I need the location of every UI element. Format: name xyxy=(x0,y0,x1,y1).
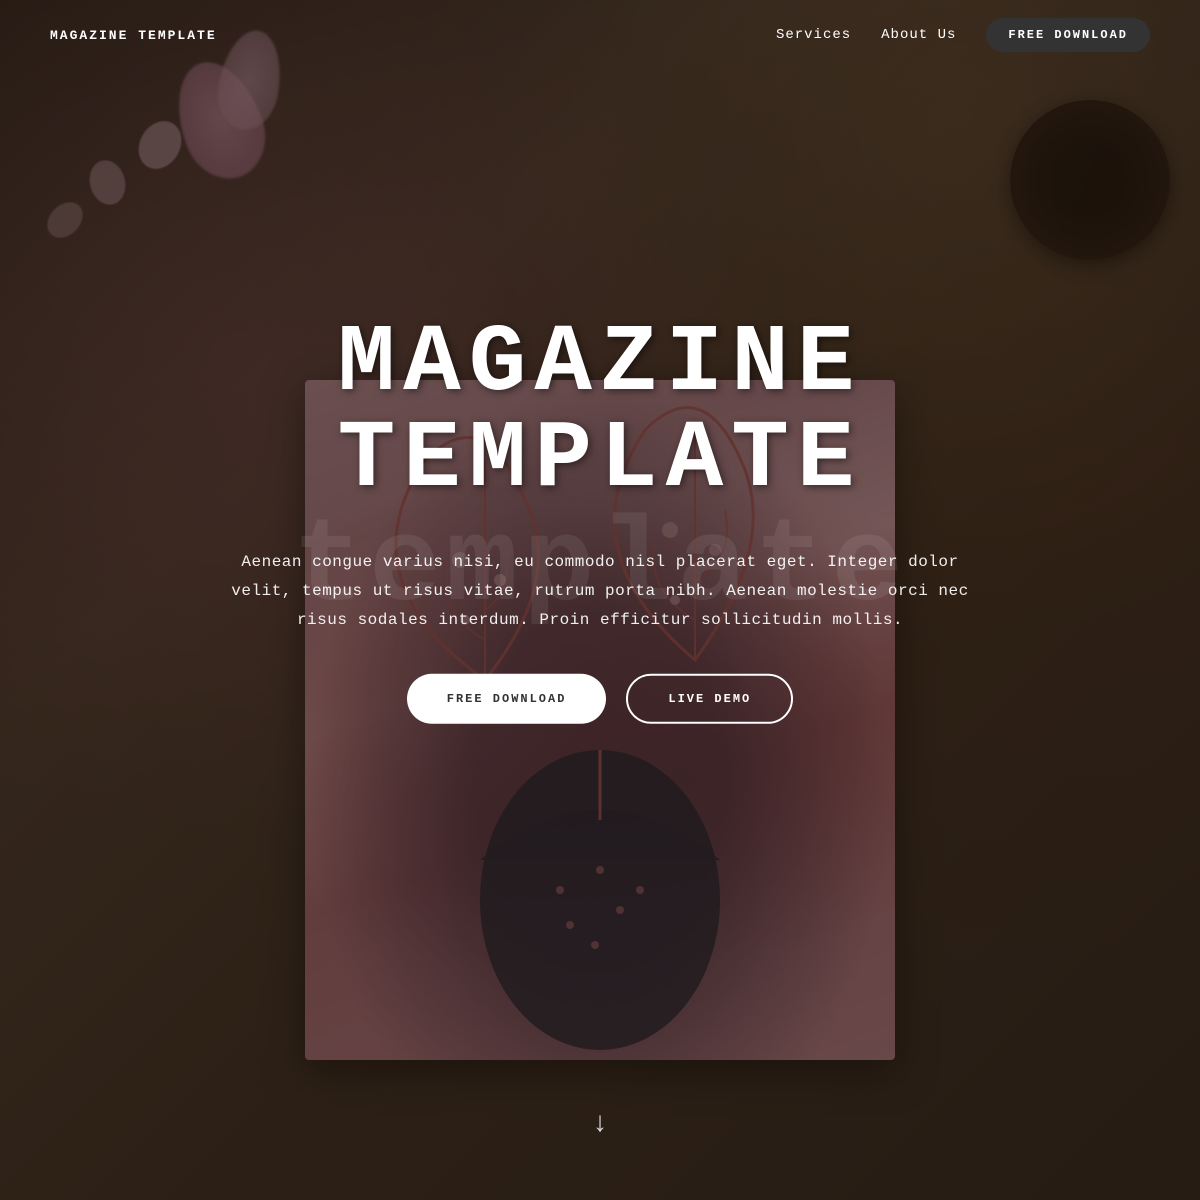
hero-title: MAGAZINE TEMPLATE xyxy=(200,316,1000,508)
nav-cta-button[interactable]: FREE DOWNLOAD xyxy=(986,18,1150,52)
navigation: MAGAZINE TEMPLATE Services About Us FREE… xyxy=(0,0,1200,70)
hero-content: MAGAZINE TEMPLATE Aenean congue varius n… xyxy=(200,316,1000,724)
nav-logo: MAGAZINE TEMPLATE xyxy=(50,28,217,43)
nav-link-services[interactable]: Services xyxy=(776,27,851,43)
scroll-down-arrow[interactable]: ↓ xyxy=(592,1109,609,1140)
nav-links-container: Services About Us FREE DOWNLOAD xyxy=(776,18,1150,52)
live-demo-button[interactable]: LIVE DEMO xyxy=(626,674,793,724)
hero-section: template MAGAZINE TEMPLATE Services Abou… xyxy=(0,0,1200,1200)
hero-description: Aenean congue varius nisi, eu commodo ni… xyxy=(220,548,980,634)
hero-buttons-container: FREE DOWNLOAD LIVE DEMO xyxy=(200,674,1000,724)
download-button[interactable]: FREE DOWNLOAD xyxy=(407,674,607,724)
nav-link-about[interactable]: About Us xyxy=(881,27,956,43)
